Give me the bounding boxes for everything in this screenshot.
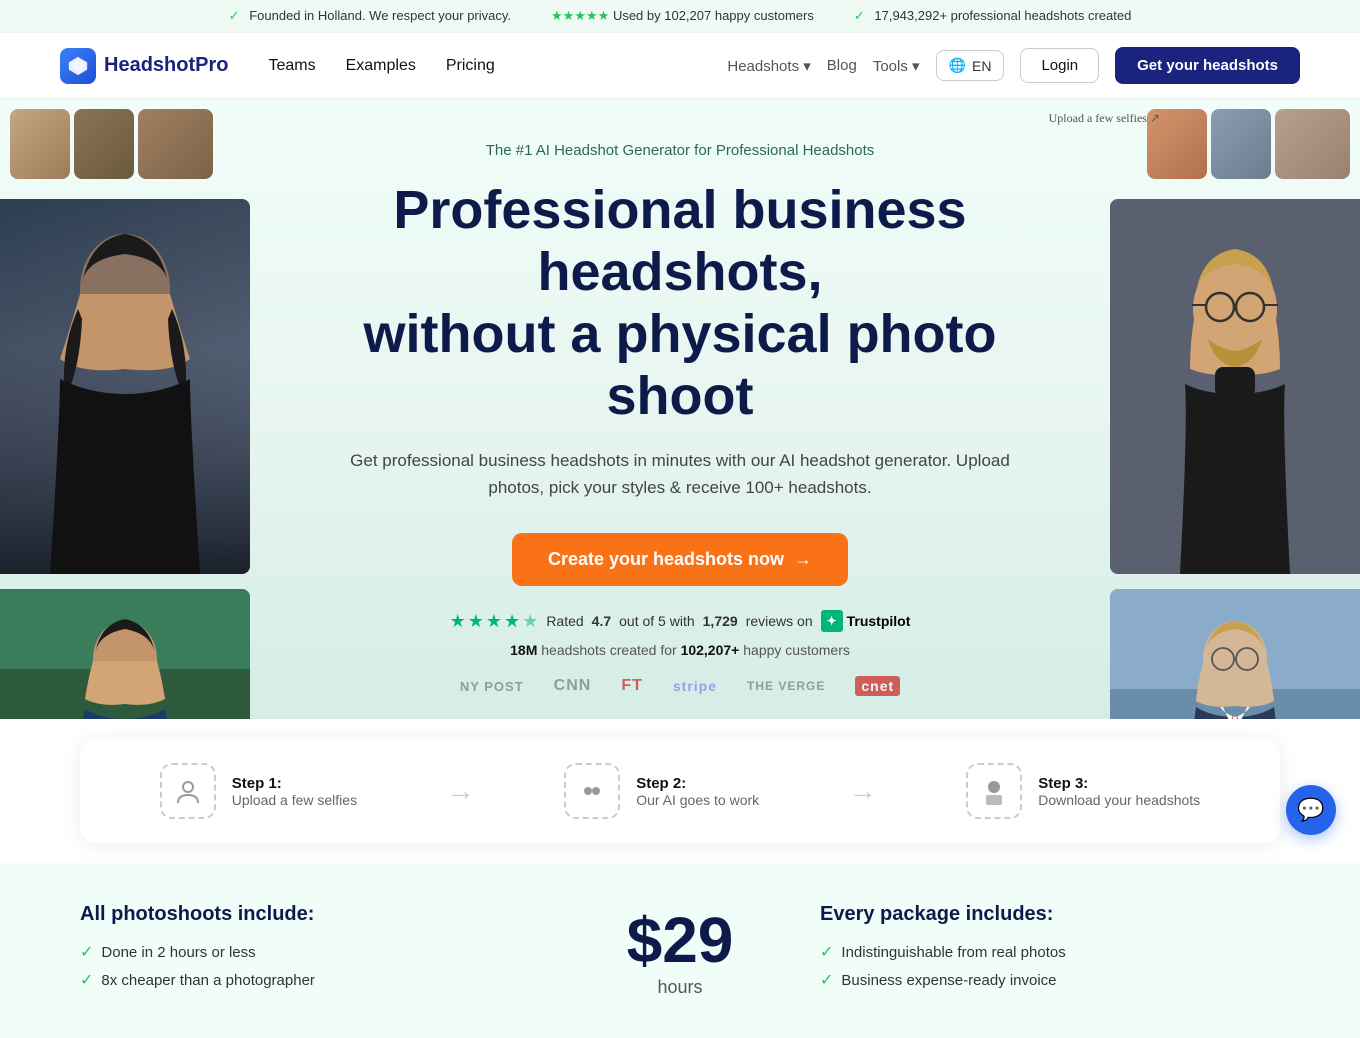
arrow-icon: → (794, 549, 812, 570)
thumb-3 (138, 109, 213, 179)
get-headshots-button[interactable]: Get your headshots (1115, 47, 1300, 84)
step-1: Step 1: Upload a few selfies (160, 763, 357, 819)
bottom-section: All photoshoots include: ✓ Done in 2 hou… (0, 863, 1360, 1038)
banner-item-3: ✓ 17,943,292+ professional headshots cre… (854, 8, 1131, 24)
headshots-count-row: 18M headshots created for 102,207+ happy… (350, 642, 1010, 658)
chat-icon: 💬 (1297, 797, 1324, 823)
media-cnn: CNN (554, 677, 592, 695)
top-row-left-thumbs (10, 109, 213, 179)
step-2: Step 2: Our AI goes to work (564, 763, 759, 819)
price-center: $29 hours (580, 903, 780, 998)
top-banner: ✓ Founded in Holland. We respect your pr… (0, 0, 1360, 33)
check-icon-left-1: ✓ (80, 942, 93, 962)
nav-tools[interactable]: Tools ▾ (873, 57, 920, 75)
header-right: Headshots ▾ Blog Tools ▾ 🌐 EN Login Get … (727, 47, 1300, 84)
check-icon-1: ✓ (229, 8, 240, 23)
hero-content: The #1 AI Headshot Generator for Profess… (330, 142, 1030, 697)
check-icon-right-2: ✓ (820, 970, 833, 990)
star-1: ★ (450, 611, 466, 632)
left-images: ↩ 100% AI generated (0, 99, 255, 719)
trustpilot-stars: ★ ★ ★ ★ ★ (450, 611, 539, 632)
includes-item-3: ✓ Indistinguishable from real photos (820, 942, 1280, 962)
price-value: $29 (580, 903, 780, 977)
step-3: Step 3: Download your headshots (966, 763, 1200, 819)
top-row-right-thumbs (1147, 109, 1350, 179)
trustpilot-logo[interactable]: ✦ Trustpilot (821, 610, 911, 632)
nav-pricing[interactable]: Pricing (446, 57, 495, 75)
logo-icon (60, 48, 96, 84)
hero-section: ↩ 100% AI generated Upload a few selfies… (0, 99, 1360, 719)
media-logos: NY POST CNN FT stripe THE VERGE cnet (350, 676, 1010, 696)
check-icon-2: ✓ (854, 8, 865, 23)
step-1-icon (160, 763, 216, 819)
step-3-icon (966, 763, 1022, 819)
check-icon-right-1: ✓ (820, 942, 833, 962)
includes-item-2: ✓ 8x cheaper than a photographer (80, 970, 540, 990)
media-ft: FT (621, 677, 643, 695)
includes-right: Every package includes: ✓ Indistinguisha… (820, 903, 1280, 998)
steps-bar: Step 1: Upload a few selfies → Step 2: O… (80, 739, 1280, 843)
left-bottom-photo (0, 589, 250, 719)
banner-item-2: ★★★★★ Used by 102,207 happy customers (551, 8, 814, 24)
review-count: 1,729 (703, 613, 738, 629)
thumb-r2 (1211, 109, 1271, 179)
star-5: ★ (522, 611, 538, 632)
chat-button[interactable]: 💬 (1286, 785, 1336, 835)
includes-item-1: ✓ Done in 2 hours or less (80, 942, 540, 962)
trustpilot-icon: ✦ (821, 610, 843, 632)
nav-examples[interactable]: Examples (346, 57, 416, 75)
upload-annotation: Upload a few selfies ↗ (1049, 111, 1160, 126)
right-main-photo (1110, 199, 1360, 574)
step-arrow-2: → (849, 775, 877, 807)
logo[interactable]: HeadshotPro (60, 48, 228, 84)
hero-description: Get professional business headshots in m… (350, 447, 1010, 501)
left-main-photo (0, 199, 250, 574)
thumb-r3 (1275, 109, 1350, 179)
nav-blog[interactable]: Blog (827, 57, 857, 74)
trustpilot-rating: 4.7 (592, 613, 611, 629)
price-subtitle: hours (580, 977, 780, 998)
star-2: ★ (468, 611, 484, 632)
header: HeadshotPro Teams Examples Pricing Heads… (0, 33, 1360, 99)
globe-icon: 🌐 (949, 57, 966, 74)
media-stripe: stripe (673, 678, 717, 694)
check-icon-left-2: ✓ (80, 970, 93, 990)
star-rating: ★★★★★ (551, 8, 609, 23)
hero-title: Professional business headshots, without… (350, 179, 1010, 427)
includes-left-title: All photoshoots include: (80, 903, 540, 926)
step-arrow-1: → (447, 775, 475, 807)
login-button[interactable]: Login (1020, 48, 1099, 83)
step-1-text: Step 1: Upload a few selfies (232, 775, 357, 808)
media-cnet: cnet (855, 676, 900, 696)
right-images: Upload a few selfies ↗ (1105, 99, 1360, 719)
media-nypost: NY POST (460, 679, 524, 694)
header-left: HeadshotPro Teams Examples Pricing (60, 48, 495, 84)
star-3: ★ (486, 611, 502, 632)
language-button[interactable]: 🌐 EN (936, 50, 1005, 81)
rated-prefix: Rated (546, 613, 583, 629)
out-of: out of 5 with (619, 613, 695, 629)
media-verge: THE VERGE (747, 679, 825, 693)
reviews-on: reviews on (746, 613, 813, 629)
thumb-2 (74, 109, 134, 179)
step-2-text: Step 2: Our AI goes to work (636, 775, 759, 808)
includes-right-title: Every package includes: (820, 903, 1280, 926)
right-bottom-photo (1110, 589, 1360, 719)
main-nav: Teams Examples Pricing (268, 57, 494, 75)
thumb-1 (10, 109, 70, 179)
includes-left: All photoshoots include: ✓ Done in 2 hou… (80, 903, 540, 998)
hero-subtitle: The #1 AI Headshot Generator for Profess… (350, 142, 1010, 159)
step-2-icon (564, 763, 620, 819)
nav-teams[interactable]: Teams (268, 57, 315, 75)
trustpilot-row: ★ ★ ★ ★ ★ Rated 4.7 out of 5 with 1,729 … (350, 610, 1010, 632)
step-3-text: Step 3: Download your headshots (1038, 775, 1200, 808)
logo-text: HeadshotPro (104, 54, 228, 77)
nav-headshots[interactable]: Headshots ▾ (727, 57, 810, 75)
create-headshots-button[interactable]: Create your headshots now → (512, 533, 848, 586)
banner-item-1: ✓ Founded in Holland. We respect your pr… (229, 8, 511, 24)
star-4: ★ (504, 611, 520, 632)
includes-item-4: ✓ Business expense-ready invoice (820, 970, 1280, 990)
